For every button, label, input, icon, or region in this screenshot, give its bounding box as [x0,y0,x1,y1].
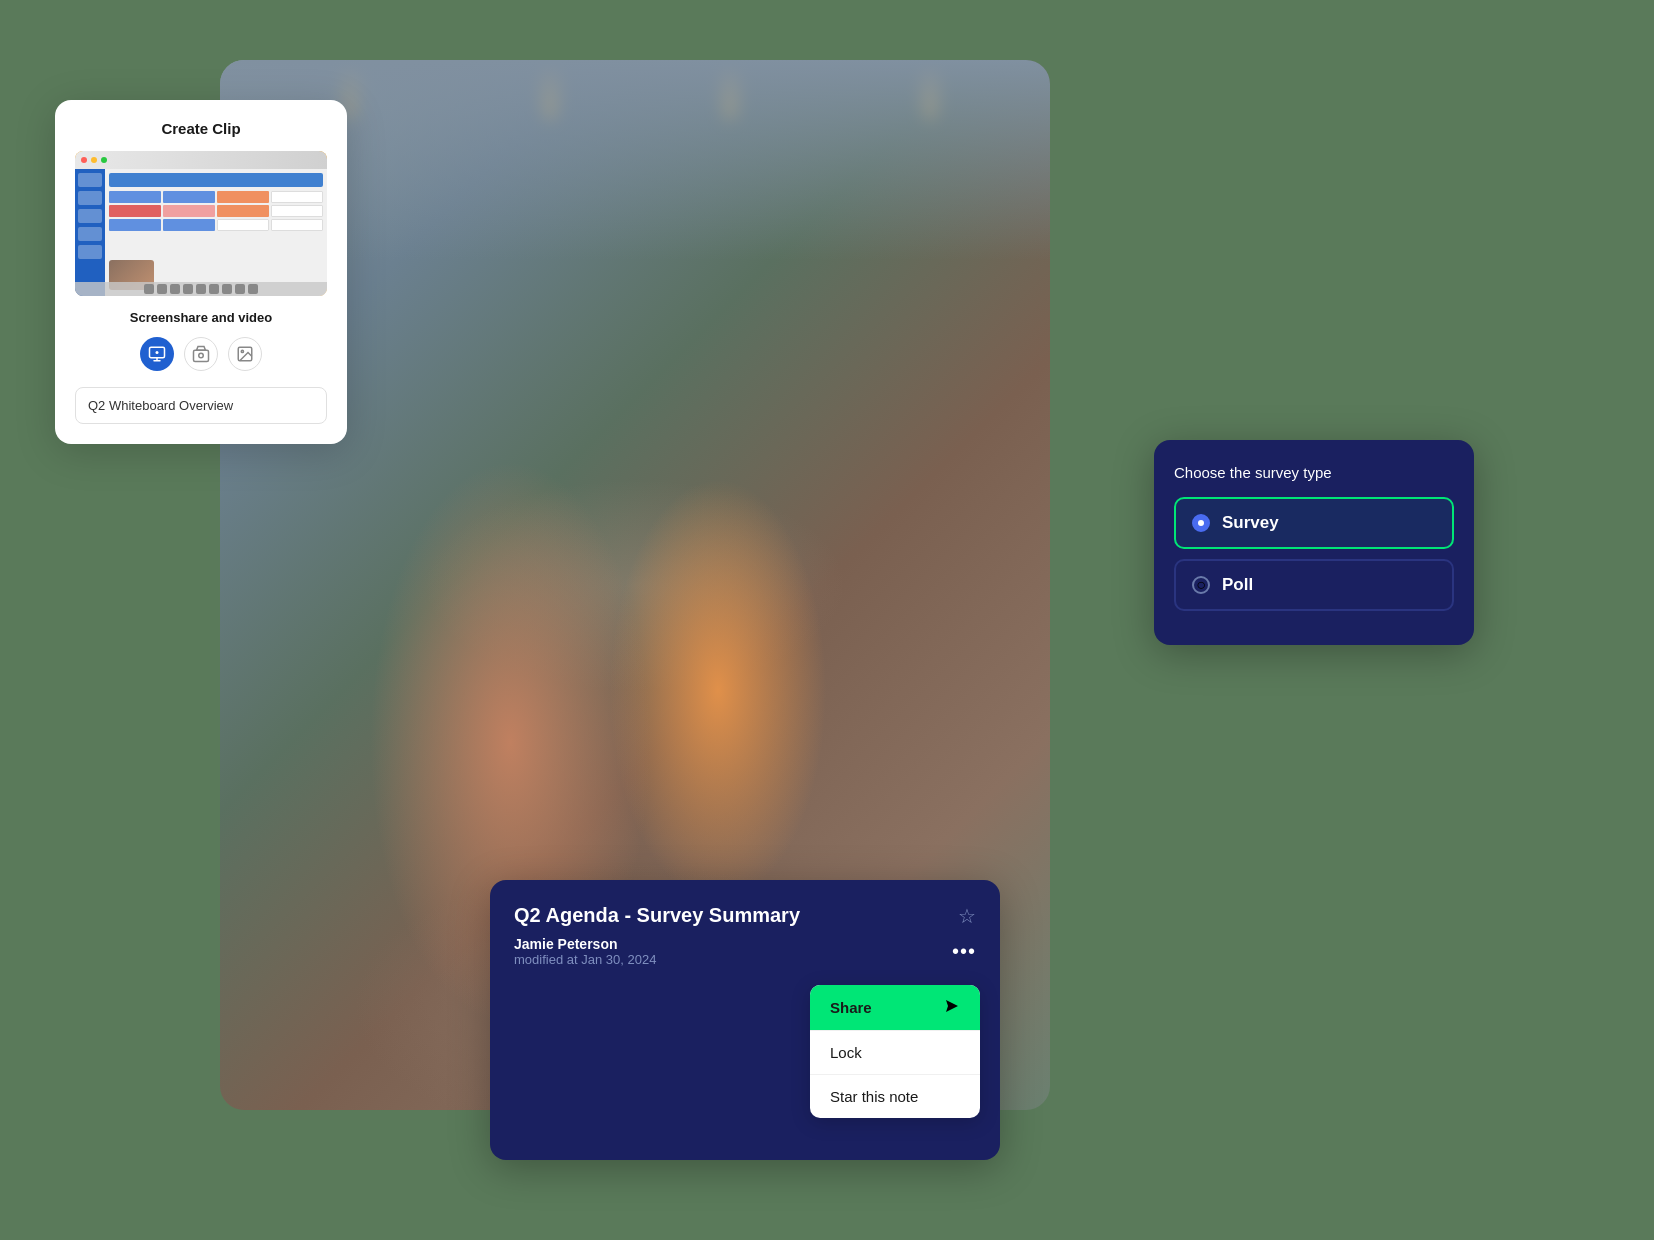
context-menu: Share Lock Star this note [810,985,980,1118]
svg-point-5 [241,350,243,352]
svg-rect-2 [194,350,209,361]
image-icon-btn[interactable] [228,337,262,371]
note-header: Q2 Agenda - Survey Summary ☆ [514,904,976,928]
note-card: Q2 Agenda - Survey Summary ☆ Jamie Peter… [490,880,1000,1160]
menu-item-star-note[interactable]: Star this note [810,1075,980,1118]
note-author: Jamie Peterson [514,936,656,952]
note-card-bottom [514,1118,976,1138]
create-clip-card: Create Clip [55,100,347,444]
poll-radio-empty: ○ [1192,576,1210,594]
share-cursor-icon [944,998,960,1017]
svg-point-1 [156,351,159,354]
screenshot-preview [75,151,327,296]
note-title: Q2 Agenda - Survey Summary [514,904,948,927]
share-label: Share [830,999,872,1016]
star-note-label: Star this note [830,1088,918,1105]
clip-name-input[interactable] [75,387,327,424]
note-date: modified at Jan 30, 2024 [514,952,656,967]
more-options-button[interactable]: ••• [952,940,976,963]
survey-radio-filled [1192,514,1210,532]
survey-option-survey[interactable]: Survey [1174,497,1454,549]
survey-type-card: Choose the survey type Survey ○ Poll [1154,440,1474,645]
screen-share-icon-btn[interactable] [140,337,174,371]
survey-option-poll[interactable]: ○ Poll [1174,559,1454,611]
menu-item-share[interactable]: Share [810,985,980,1030]
note-meta: Jamie Peterson modified at Jan 30, 2024 … [514,936,976,967]
camera-icon-btn[interactable] [184,337,218,371]
svg-point-3 [199,353,204,358]
survey-option-poll-label: Poll [1222,575,1253,595]
screenshare-label: Screenshare and video [75,310,327,325]
star-icon[interactable]: ☆ [958,904,976,928]
survey-card-title: Choose the survey type [1174,464,1454,481]
survey-option-survey-label: Survey [1222,513,1279,533]
capture-mode-icons [75,337,327,371]
lock-label: Lock [830,1044,862,1061]
create-clip-title: Create Clip [75,120,327,137]
menu-item-lock[interactable]: Lock [810,1031,980,1074]
